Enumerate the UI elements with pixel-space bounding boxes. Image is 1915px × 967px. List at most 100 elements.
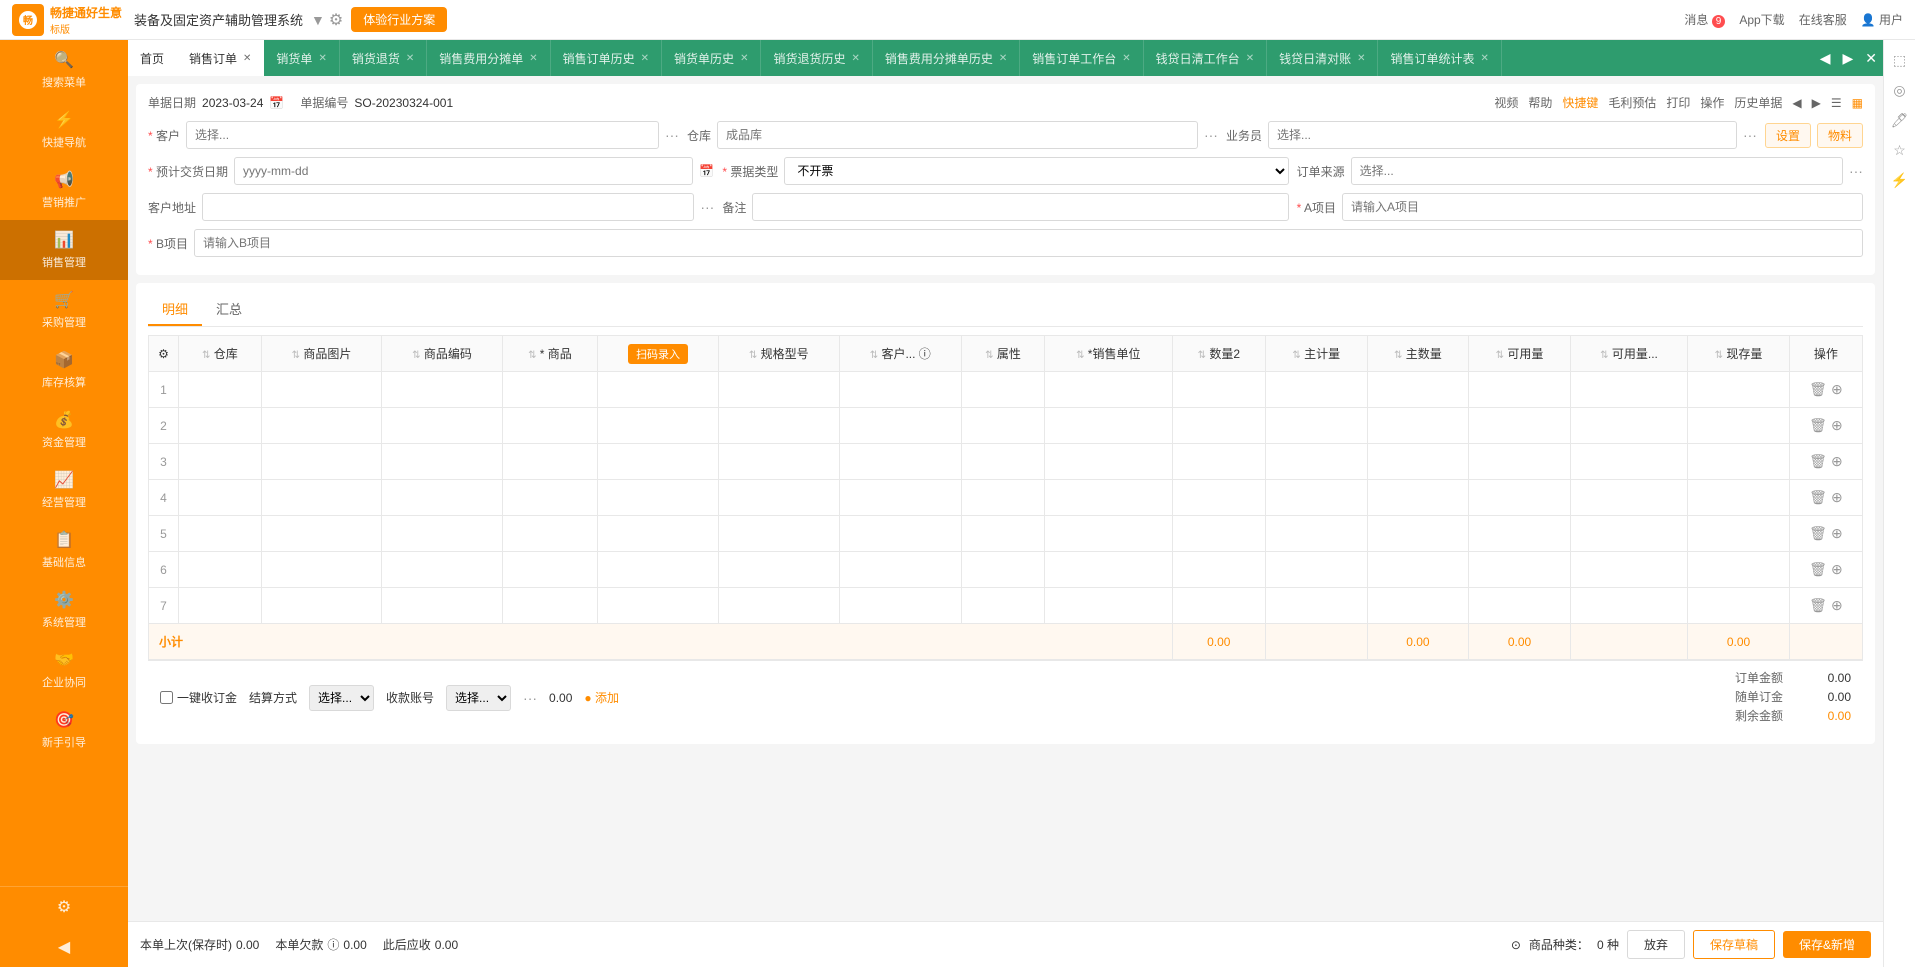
col-customer[interactable]: ⇅ 客户... ⓘ <box>839 336 962 372</box>
cell-3-11[interactable] <box>1367 480 1469 516</box>
cell-4-1[interactable] <box>261 516 381 552</box>
cell-3-9[interactable] <box>1172 480 1265 516</box>
tab-summary[interactable]: 汇总 <box>202 293 256 326</box>
sidebar-item-4[interactable]: 🛒采购管理 <box>0 280 128 340</box>
tab-close-10[interactable]: ✕ <box>1357 53 1365 64</box>
cell-5-11[interactable] <box>1367 552 1469 588</box>
right-panel-btn-4[interactable]: ☆ <box>1888 138 1912 162</box>
tab-close-9[interactable]: ✕ <box>1246 53 1254 64</box>
sidebar-item-11[interactable]: 🎯新手引导 <box>0 700 128 760</box>
cell-2-3[interactable] <box>502 444 597 480</box>
cell-5-0[interactable] <box>179 552 262 588</box>
col-unit[interactable]: ⇅ *销售单位 <box>1044 336 1172 372</box>
cell-3-0[interactable] <box>179 480 262 516</box>
delivery-input[interactable] <box>234 157 693 185</box>
right-panel-btn-5[interactable]: ⚡ <box>1888 168 1912 192</box>
help-btn[interactable]: 帮助 <box>1528 94 1552 111</box>
cell-1-1[interactable] <box>261 408 381 444</box>
cell-6-1[interactable] <box>261 588 381 624</box>
cell-2-6[interactable] <box>839 444 962 480</box>
cell-0-0[interactable] <box>179 372 262 408</box>
history-btn[interactable]: 历史单据 <box>1734 94 1782 111</box>
ticket-select[interactable]: 不开票 增值税专用发票 增值税普通发票 <box>784 157 1288 185</box>
cell-4-4[interactable] <box>598 516 719 552</box>
copy-row-6[interactable]: ⊕ <box>1831 597 1843 614</box>
cell-5-5[interactable] <box>719 552 839 588</box>
list-view-icon[interactable]: ☰ <box>1831 96 1842 110</box>
address-input[interactable] <box>202 193 694 221</box>
table-scroll[interactable]: ⚙ ⇅ 仓库 ⇅ 商品图片 ⇅ 商品编码 ⇅ * 商品 扫码录入 ⇅ 规格型号 … <box>148 335 1863 660</box>
cell-6-14[interactable] <box>1688 588 1790 624</box>
tab-1[interactable]: 销货单✕ <box>264 40 339 76</box>
cell-1-13[interactable] <box>1570 408 1687 444</box>
cell-6-13[interactable] <box>1570 588 1687 624</box>
cell-4-0[interactable] <box>179 516 262 552</box>
sidebar-item-7[interactable]: 📈经营管理 <box>0 460 128 520</box>
col-avail2[interactable]: ⇅ 可用量... <box>1570 336 1687 372</box>
cell-5-6[interactable] <box>839 552 962 588</box>
cell-0-3[interactable] <box>502 372 597 408</box>
cell-5-2[interactable] <box>382 552 502 588</box>
col-warehouse[interactable]: ⇅ 仓库 <box>179 336 262 372</box>
cell-1-3[interactable] <box>502 408 597 444</box>
cell-6-8[interactable] <box>1044 588 1172 624</box>
tab-7[interactable]: 销售费用分摊单历史✕ <box>873 40 1020 76</box>
tab-6[interactable]: 销货退货历史✕ <box>761 40 872 76</box>
profit-btn[interactable]: 毛利预估 <box>1608 94 1656 111</box>
cell-0-4[interactable] <box>598 372 719 408</box>
grid-view-icon[interactable]: ▦ <box>1852 96 1863 110</box>
cell-1-5[interactable] <box>719 408 839 444</box>
right-panel-btn-3[interactable]: 🖊 <box>1888 108 1912 132</box>
cell-5-12[interactable] <box>1469 552 1571 588</box>
copy-row-4[interactable]: ⊕ <box>1831 525 1843 542</box>
cell-3-8[interactable] <box>1044 480 1172 516</box>
tab-next-btn[interactable]: ▶ <box>1836 50 1859 67</box>
tab-close-3[interactable]: ✕ <box>529 53 537 64</box>
copy-row-1[interactable]: ⊕ <box>1831 417 1843 434</box>
cell-4-7[interactable] <box>962 516 1045 552</box>
right-panel-btn-1[interactable]: ⬚ <box>1888 48 1912 72</box>
cell-0-12[interactable] <box>1469 372 1571 408</box>
cell-0-7[interactable] <box>962 372 1045 408</box>
cell-1-9[interactable] <box>1172 408 1265 444</box>
nav-left-icon[interactable]: ◀ <box>1792 96 1801 110</box>
cell-1-0[interactable] <box>179 408 262 444</box>
save-new-btn[interactable]: 保存&新增 <box>1783 931 1871 958</box>
delete-row-5[interactable]: 🗑 <box>1809 561 1827 578</box>
copy-row-5[interactable]: ⊕ <box>1831 561 1843 578</box>
app-download-btn[interactable]: App下载 <box>1739 11 1784 28</box>
settings-icon[interactable]: ⚙ <box>329 10 343 30</box>
cell-1-12[interactable] <box>1469 408 1571 444</box>
tab-8[interactable]: 销售订单工作台✕ <box>1020 40 1143 76</box>
sidebar-item-2[interactable]: 📢营销推广 <box>0 160 128 220</box>
online-service-btn[interactable]: 在线客服 <box>1799 11 1847 28</box>
warehouse-input[interactable] <box>717 121 1198 149</box>
cell-3-10[interactable] <box>1265 480 1367 516</box>
cell-3-12[interactable] <box>1469 480 1571 516</box>
sidebar-collapse[interactable]: ◀ <box>0 927 128 967</box>
cell-5-1[interactable] <box>261 552 381 588</box>
col-code[interactable]: ⇅ 商品编码 <box>382 336 502 372</box>
b-project-input[interactable] <box>194 229 1863 257</box>
order-source-input[interactable] <box>1351 157 1843 185</box>
cell-4-2[interactable] <box>382 516 502 552</box>
cell-4-9[interactable] <box>1172 516 1265 552</box>
account-more-btn[interactable]: ··· <box>523 690 537 706</box>
cell-3-1[interactable] <box>261 480 381 516</box>
cell-4-14[interactable] <box>1688 516 1790 552</box>
cell-4-13[interactable] <box>1570 516 1687 552</box>
tab-5[interactable]: 销货单历史✕ <box>662 40 761 76</box>
cell-2-10[interactable] <box>1265 444 1367 480</box>
cell-2-7[interactable] <box>962 444 1045 480</box>
tab-close-7[interactable]: ✕ <box>999 53 1007 64</box>
customer-more-btn[interactable]: ··· <box>665 127 679 143</box>
cell-0-1[interactable] <box>261 372 381 408</box>
tab-close-8[interactable]: ✕ <box>1122 53 1130 64</box>
cell-6-2[interactable] <box>382 588 502 624</box>
cell-6-10[interactable] <box>1265 588 1367 624</box>
cell-0-5[interactable] <box>719 372 839 408</box>
cell-2-5[interactable] <box>719 444 839 480</box>
sidebar-item-8[interactable]: 📋基础信息 <box>0 520 128 580</box>
user-avatar[interactable]: 👤 用户 <box>1861 11 1903 28</box>
tab-2[interactable]: 销货退货✕ <box>340 40 427 76</box>
